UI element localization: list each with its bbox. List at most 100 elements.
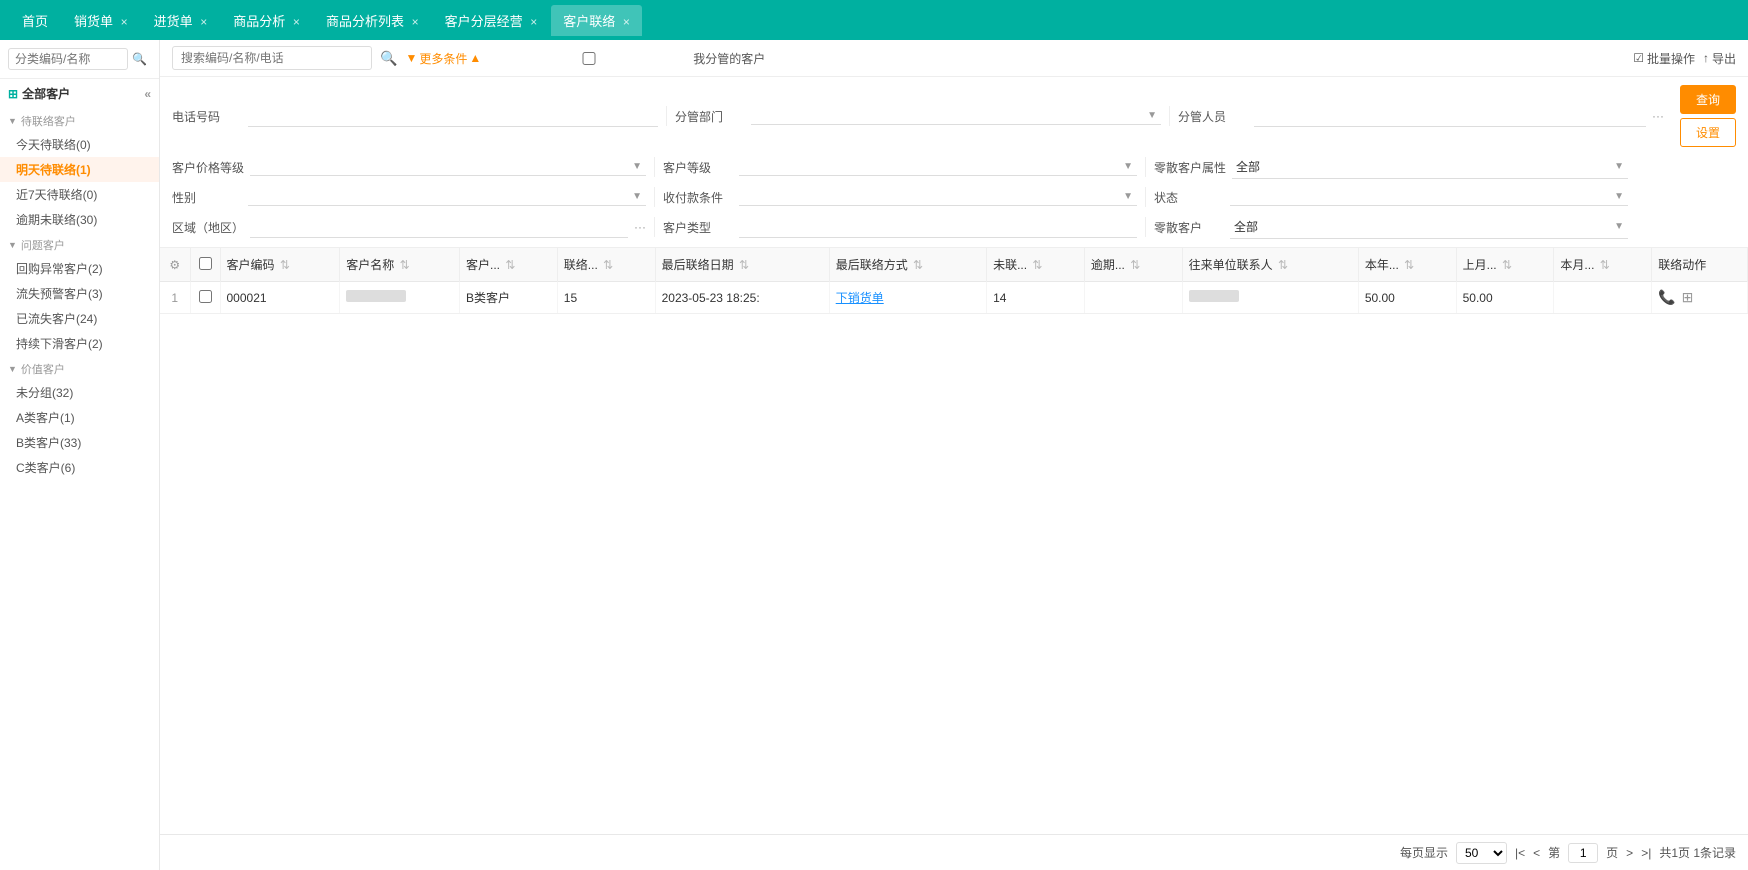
th-customer-name[interactable]: 客户名称 ⇅ [340, 248, 460, 282]
sidebar-tomorrow-contact[interactable]: 明天待联络(1) [0, 157, 159, 182]
th-checkbox[interactable] [190, 248, 220, 282]
customer-price-label: 客户价格等级 [172, 159, 244, 176]
last-page-btn[interactable]: >| [1641, 846, 1651, 860]
select-all-checkbox[interactable] [199, 257, 212, 270]
grid-icon: ⊞ [8, 87, 18, 101]
retail-customer-select[interactable]: 全部 ▼ [1230, 215, 1628, 239]
value-customer-group: 价值客户 [0, 356, 159, 380]
page-size-select[interactable]: 50 100 200 [1456, 842, 1507, 864]
sort-contact-icon: ⇅ [603, 258, 613, 272]
sidebar-today-contact[interactable]: 今天待联络(0) [0, 132, 159, 157]
nav-product-analysis-close[interactable]: × [293, 15, 300, 29]
divider-6 [1145, 187, 1146, 207]
price-chevron: ▼ [632, 161, 642, 172]
row-this-year: 50.00 [1358, 282, 1456, 314]
row-checkbox-cell[interactable] [190, 282, 220, 314]
nav-sales-close[interactable]: × [121, 15, 128, 29]
manager-input[interactable] [1254, 106, 1646, 127]
th-last-contact-method[interactable]: 最后联络方式 ⇅ [829, 248, 986, 282]
last-method-link[interactable]: 下销货单 [836, 291, 884, 305]
th-last-contact-date[interactable]: 最后联络日期 ⇅ [655, 248, 829, 282]
page-input[interactable] [1568, 843, 1598, 863]
customer-table: ⚙ 客户编码 ⇅ 客户名称 ⇅ 客户... ⇅ 联络... ⇅ 最后联络日期 ⇅… [160, 248, 1748, 314]
nav-customer-tier-close[interactable]: × [530, 15, 537, 29]
problem-customer-group: 问题客户 [0, 232, 159, 256]
all-customers-header[interactable]: ⊞ 全部客户 « [0, 79, 159, 108]
action-menu-icon[interactable]: ⊞ [1682, 289, 1694, 306]
batch-op-button[interactable]: ☑ 批量操作 [1633, 50, 1695, 67]
th-last-month[interactable]: 上月... ⇅ [1456, 248, 1554, 282]
sidebar-search-input[interactable] [8, 48, 128, 70]
sidebar-7day-contact[interactable]: 近7天待联络(0) [0, 182, 159, 207]
sidebar-b-class[interactable]: B类客户(33) [0, 430, 159, 455]
th-settings[interactable]: ⚙ [160, 248, 190, 282]
sidebar-declining[interactable]: 持续下滑客户(2) [0, 331, 159, 356]
nav-customer-contact-close[interactable]: × [623, 15, 630, 29]
collapse-icon[interactable]: « [144, 87, 151, 101]
phone-input[interactable] [248, 106, 658, 127]
setting-button[interactable]: 设置 [1680, 118, 1736, 147]
customer-type-input[interactable] [739, 217, 1137, 238]
th-uncontacted[interactable]: 未联... ⇅ [987, 248, 1085, 282]
retail-attr-label: 零散客户属性 [1154, 159, 1226, 176]
sidebar-search-icon[interactable]: 🔍 [132, 52, 147, 66]
sort-type-icon: ⇅ [505, 258, 515, 272]
divider-8 [1145, 217, 1146, 237]
retail-attr-value: 全部 [1236, 158, 1260, 175]
my-customer-checkbox-label[interactable]: 我分管的客户 [489, 50, 765, 67]
nav-purchase-close[interactable]: × [200, 15, 207, 29]
nav-home[interactable]: 首页 [10, 5, 60, 36]
sort-code-icon: ⇅ [280, 258, 290, 272]
customer-price-select[interactable]: ▼ [250, 158, 646, 176]
th-customer-code[interactable]: 客户编码 ⇅ [220, 248, 340, 282]
th-customer-type[interactable]: 客户... ⇅ [460, 248, 558, 282]
th-contact-count[interactable]: 联络... ⇅ [557, 248, 655, 282]
nav-purchase[interactable]: 进货单 × [142, 5, 220, 36]
row-last-month: 50.00 [1456, 282, 1554, 314]
th-overdue[interactable]: 逾期... ⇅ [1084, 248, 1182, 282]
th-unit-contact[interactable]: 往来单位联系人 ⇅ [1182, 248, 1358, 282]
customer-level-select[interactable]: ▼ [739, 158, 1137, 176]
divider-7 [654, 217, 655, 237]
manager-more-icon[interactable]: ··· [1652, 109, 1664, 123]
dept-select[interactable]: ▼ [751, 107, 1161, 125]
gender-select[interactable]: ▼ [248, 188, 646, 206]
th-this-year[interactable]: 本年... ⇅ [1358, 248, 1456, 282]
sidebar-ungrouped[interactable]: 未分组(32) [0, 380, 159, 405]
retail-attr-select[interactable]: 全部 ▼ [1232, 155, 1628, 179]
search-input[interactable] [172, 46, 372, 70]
more-filter-button[interactable]: ▼ 更多条件 ▲ [405, 50, 481, 67]
row-last-date: 2023-05-23 18:25: [655, 282, 829, 314]
sidebar-repurchase-abnormal[interactable]: 回购异常客户(2) [0, 256, 159, 281]
retail-attr-field: 零散客户属性 全部 ▼ [1154, 155, 1628, 179]
query-button[interactable]: 查询 [1680, 85, 1736, 114]
sidebar-overdue-contact[interactable]: 逾期未联络(30) [0, 207, 159, 232]
nav-product-analysis-list[interactable]: 商品分析列表 × [314, 5, 431, 36]
prev-page-btn[interactable]: < [1533, 846, 1540, 860]
dept-chevron: ▼ [1147, 110, 1157, 121]
th-this-month[interactable]: 本月... ⇅ [1554, 248, 1652, 282]
row-checkbox[interactable] [199, 290, 212, 303]
sidebar-c-class[interactable]: C类客户(6) [0, 455, 159, 480]
region-more-icon[interactable]: ··· [634, 220, 646, 234]
nav-customer-tier[interactable]: 客户分层经营 × [433, 5, 550, 36]
sidebar-search-area: 🔍 [0, 40, 159, 79]
row-last-method[interactable]: 下销货单 [829, 282, 986, 314]
nav-product-analysis[interactable]: 商品分析 × [221, 5, 312, 36]
payment-select[interactable]: ▼ [739, 188, 1137, 206]
my-customer-checkbox[interactable] [489, 52, 689, 65]
sidebar-churned[interactable]: 已流失客户(24) [0, 306, 159, 331]
sidebar-churn-warning[interactable]: 流失预警客户(3) [0, 281, 159, 306]
status-select[interactable]: ▼ [1230, 188, 1628, 206]
first-page-btn[interactable]: |< [1515, 846, 1525, 860]
nav-product-analysis-list-close[interactable]: × [412, 15, 419, 29]
search-button[interactable]: 🔍 [380, 50, 397, 67]
filter-bar: 🔍 ▼ 更多条件 ▲ 我分管的客户 ☑ 批量操作 ↑ 导出 [160, 40, 1748, 77]
next-page-btn[interactable]: > [1626, 846, 1633, 860]
sidebar-a-class[interactable]: A类客户(1) [0, 405, 159, 430]
nav-customer-contact[interactable]: 客户联络 × [551, 5, 642, 36]
region-input[interactable] [250, 217, 628, 238]
export-button[interactable]: ↑ 导出 [1703, 50, 1736, 67]
action-phone-icon[interactable]: 📞 [1658, 289, 1675, 306]
nav-sales[interactable]: 销货单 × [62, 5, 140, 36]
